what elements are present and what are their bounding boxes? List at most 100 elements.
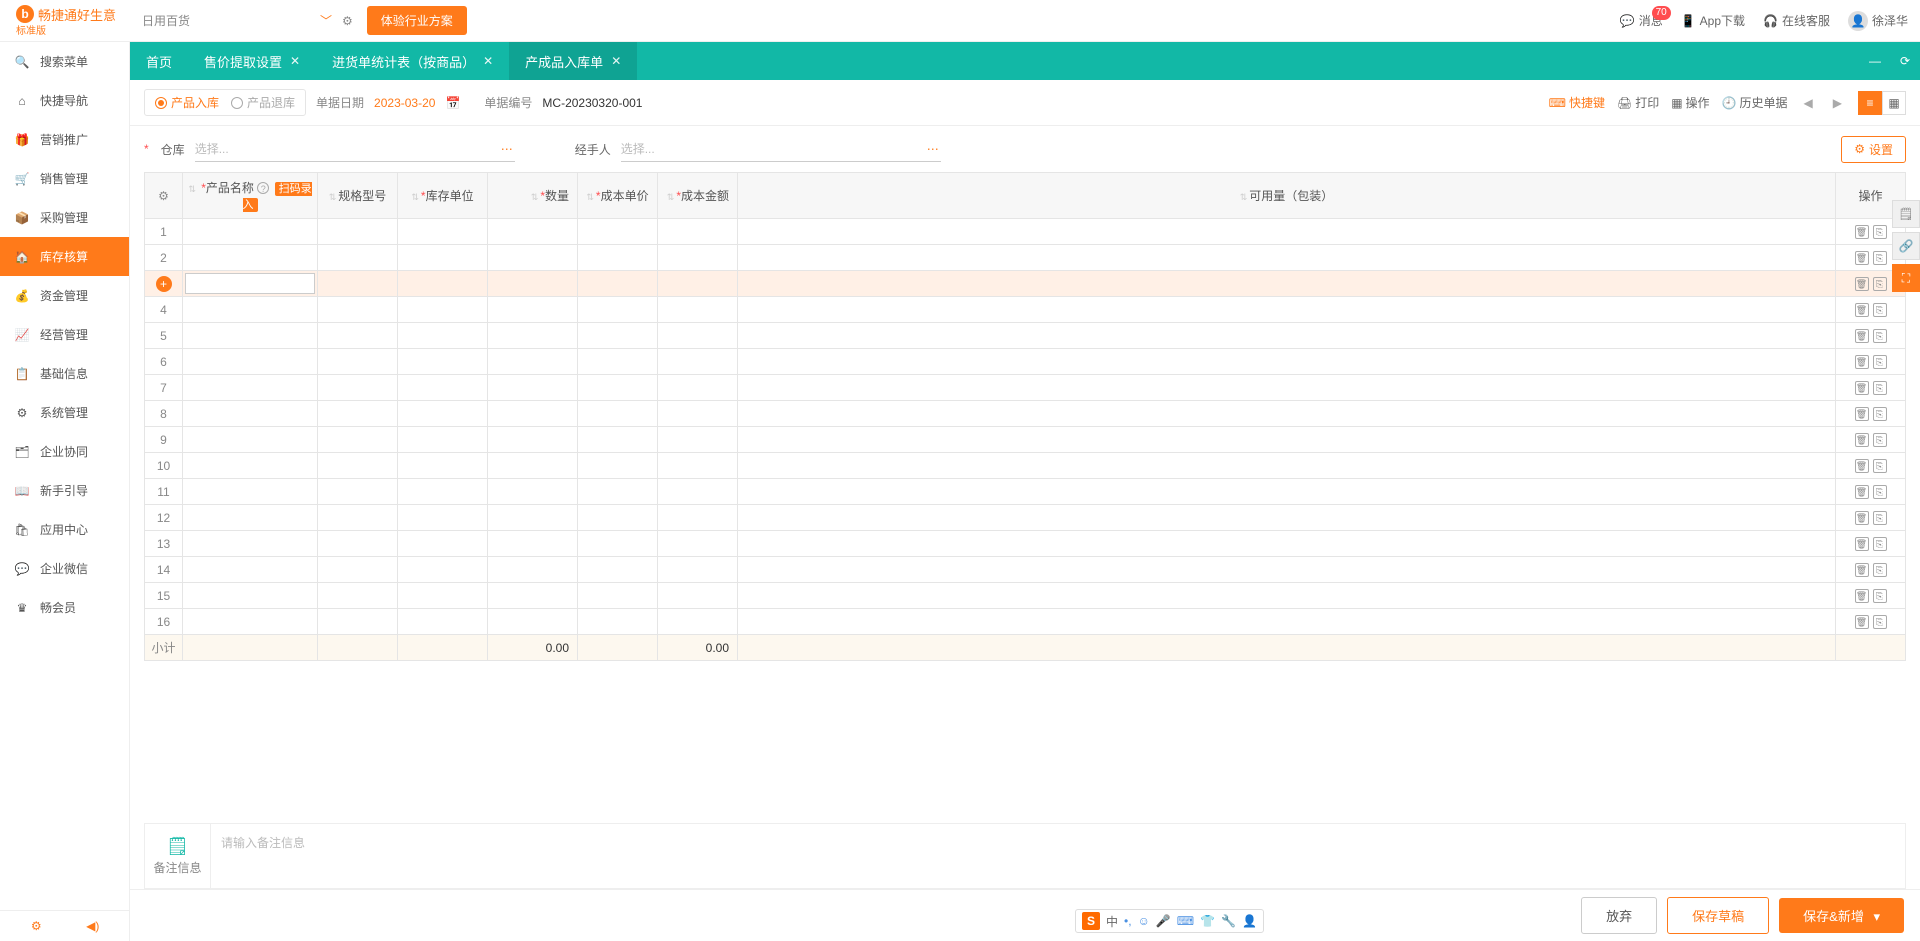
copy-row-icon[interactable]: ⎘ (1873, 511, 1887, 525)
help-icon[interactable]: ? (257, 182, 269, 194)
copy-row-icon[interactable]: ⎘ (1873, 381, 1887, 395)
delete-row-icon[interactable]: 🗑 (1855, 381, 1869, 395)
col-gear[interactable]: ⚙ (145, 173, 183, 219)
close-icon[interactable]: ✕ (290, 54, 300, 68)
copy-row-icon[interactable]: ⎘ (1873, 407, 1887, 421)
sidebar-item-5[interactable]: 🏠库存核算 (0, 237, 129, 276)
tab-0[interactable]: 首页 (130, 42, 188, 80)
copy-row-icon[interactable]: ⎘ (1873, 225, 1887, 239)
table-row[interactable]: 2🗑⎘ (145, 245, 1906, 271)
table-row[interactable]: 7🗑⎘ (145, 375, 1906, 401)
sidebar-item-3[interactable]: 🛒销售管理 (0, 159, 129, 198)
ribbon-expand-button[interactable]: ⛶ (1892, 264, 1920, 292)
delete-row-icon[interactable]: 🗑 (1855, 433, 1869, 447)
table-row[interactable]: 10🗑⎘ (145, 453, 1906, 479)
col-amount[interactable]: ⇅*成本金额 (658, 173, 738, 219)
ribbon-link-button[interactable]: 🔗 (1892, 232, 1920, 260)
table-row[interactable]: + 🗑 ⎘ (145, 271, 1906, 297)
delete-row-icon[interactable]: 🗑 (1855, 303, 1869, 317)
delete-row-icon[interactable]: 🗑 (1855, 615, 1869, 629)
warehouse-input[interactable]: 选择... ⋯ (195, 136, 515, 162)
sidebar-item-6[interactable]: 💰资金管理 (0, 276, 129, 315)
table-row[interactable]: 4🗑⎘ (145, 297, 1906, 323)
table-row[interactable]: 12🗑⎘ (145, 505, 1906, 531)
copy-row-icon[interactable]: ⎘ (1873, 537, 1887, 551)
shortcut-button[interactable]: ⌨ 快捷键 (1549, 94, 1605, 111)
experience-button[interactable]: 体验行业方案 (367, 6, 467, 35)
col-qty[interactable]: ⇅*数量 (488, 173, 578, 219)
date-value[interactable]: 2023-03-20 (374, 96, 435, 110)
col-spec[interactable]: ⇅规格型号 (318, 173, 398, 219)
sidebar-item-14[interactable]: ♛畅会员 (0, 588, 129, 627)
close-icon[interactable]: ✕ (611, 54, 621, 68)
col-price[interactable]: ⇅*成本单价 (578, 173, 658, 219)
radio-product-in[interactable]: 产品入库 (155, 94, 219, 111)
copy-row-icon[interactable]: ⎘ (1873, 485, 1887, 499)
copy-row-icon[interactable]: ⎘ (1873, 433, 1887, 447)
copy-row-icon[interactable]: ⎘ (1873, 277, 1887, 291)
delete-row-icon[interactable]: 🗑 (1855, 251, 1869, 265)
view-list-button[interactable]: ≡ (1858, 91, 1882, 115)
col-unit[interactable]: ⇅*库存单位 (398, 173, 488, 219)
online-service-button[interactable]: 🎧 在线客服 (1763, 12, 1830, 29)
table-row[interactable]: 8🗑⎘ (145, 401, 1906, 427)
history-button[interactable]: 🕘 历史单据 (1722, 94, 1788, 111)
tab-more-button[interactable]: ⟳ (1890, 42, 1920, 80)
tab-3[interactable]: 产成品入库单✕ (509, 42, 637, 80)
sidebar-item-13[interactable]: 💬企业微信 (0, 549, 129, 588)
tab-2[interactable]: 进货单统计表（按商品）✕ (316, 42, 509, 80)
copy-row-icon[interactable]: ⎘ (1873, 615, 1887, 629)
add-row-button[interactable]: + (156, 276, 172, 292)
view-card-button[interactable]: ▦ (1882, 91, 1906, 115)
delete-row-icon[interactable]: 🗑 (1855, 329, 1869, 343)
calendar-icon[interactable]: 📅 (445, 96, 460, 110)
delete-row-icon[interactable]: 🗑 (1855, 589, 1869, 603)
remark-input[interactable]: 请输入备注信息 (211, 824, 1905, 888)
delete-row-icon[interactable]: 🗑 (1855, 407, 1869, 421)
sidebar-item-2[interactable]: 🎁营销推广 (0, 120, 129, 159)
col-avail[interactable]: ⇅可用量（包装） (738, 173, 1836, 219)
copy-row-icon[interactable]: ⎘ (1873, 251, 1887, 265)
handler-input[interactable]: 选择... ⋯ (621, 136, 941, 162)
sidebar-settings-icon[interactable]: ⚙ (8, 919, 65, 933)
table-row[interactable]: 1🗑⎘ (145, 219, 1906, 245)
sidebar-item-1[interactable]: ⌂快捷导航 (0, 81, 129, 120)
delete-row-icon[interactable]: 🗑 (1855, 277, 1869, 291)
prev-doc-button[interactable]: ◀ (1800, 96, 1817, 110)
print-button[interactable]: 🖨 打印 (1617, 94, 1659, 111)
table-row[interactable]: 9🗑⎘ (145, 427, 1906, 453)
copy-row-icon[interactable]: ⎘ (1873, 303, 1887, 317)
user-menu[interactable]: 👤 徐泽华 (1848, 11, 1908, 31)
sidebar-item-8[interactable]: 📋基础信息 (0, 354, 129, 393)
sidebar-item-9[interactable]: ⚙系统管理 (0, 393, 129, 432)
copy-row-icon[interactable]: ⎘ (1873, 329, 1887, 343)
sidebar-item-7[interactable]: 📈经营管理 (0, 315, 129, 354)
gear-icon[interactable]: ⚙ (342, 14, 353, 28)
table-row[interactable]: 16🗑⎘ (145, 609, 1906, 635)
copy-row-icon[interactable]: ⎘ (1873, 355, 1887, 369)
table-row[interactable]: 15🗑⎘ (145, 583, 1906, 609)
delete-row-icon[interactable]: 🗑 (1855, 355, 1869, 369)
category-select[interactable]: 日用百货 ﹀ (142, 12, 332, 29)
save-new-button[interactable]: 保存&新增 ▾ (1779, 898, 1904, 933)
delete-row-icon[interactable]: 🗑 (1855, 537, 1869, 551)
next-doc-button[interactable]: ▶ (1829, 96, 1846, 110)
operate-button[interactable]: ▦ 操作 (1671, 94, 1709, 111)
delete-row-icon[interactable]: 🗑 (1855, 563, 1869, 577)
tab-minimize-button[interactable]: — (1860, 42, 1890, 80)
ribbon-note-button[interactable]: 🗒 (1892, 200, 1920, 228)
table-row[interactable]: 13🗑⎘ (145, 531, 1906, 557)
radio-product-out[interactable]: 产品退库 (231, 94, 295, 111)
save-draft-button[interactable]: 保存草稿 (1667, 897, 1769, 934)
sidebar-item-4[interactable]: 📦采购管理 (0, 198, 129, 237)
tab-1[interactable]: 售价提取设置✕ (188, 42, 316, 80)
messages-button[interactable]: 💬 消息 70 (1620, 12, 1663, 29)
sidebar-item-12[interactable]: 🛍应用中心 (0, 510, 129, 549)
close-icon[interactable]: ✕ (483, 54, 493, 68)
table-row[interactable]: 11🗑⎘ (145, 479, 1906, 505)
sidebar-collapse-icon[interactable]: ◀) (65, 919, 122, 933)
delete-row-icon[interactable]: 🗑 (1855, 459, 1869, 473)
app-download-button[interactable]: 📱 App下载 (1681, 12, 1745, 29)
table-row[interactable]: 14🗑⎘ (145, 557, 1906, 583)
copy-row-icon[interactable]: ⎘ (1873, 563, 1887, 577)
